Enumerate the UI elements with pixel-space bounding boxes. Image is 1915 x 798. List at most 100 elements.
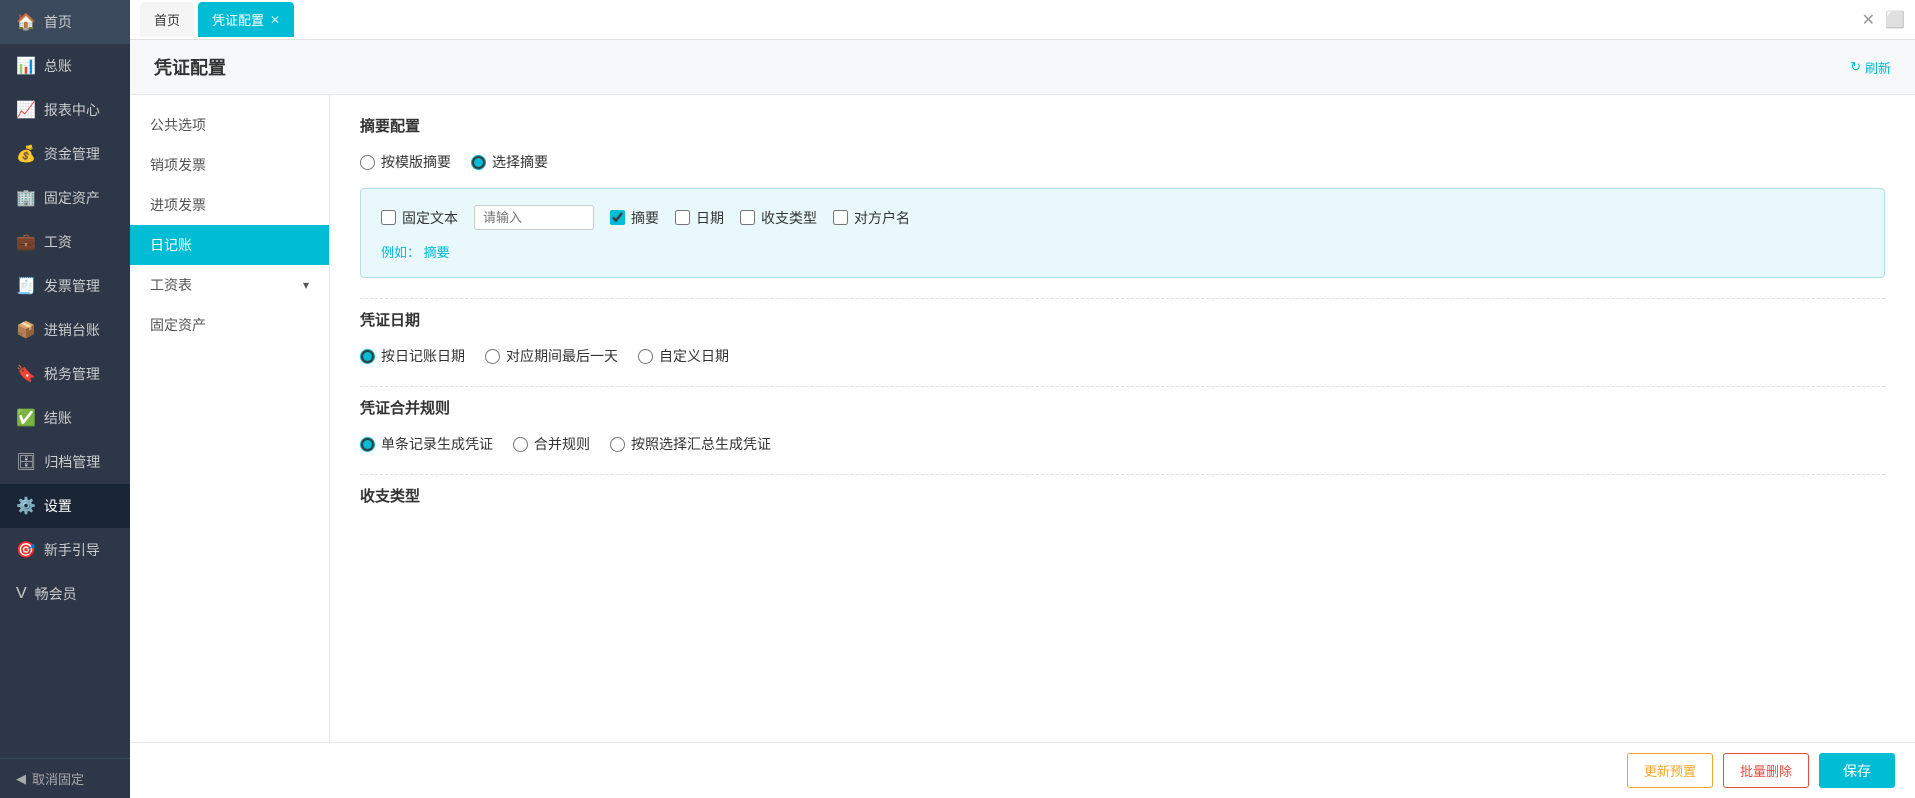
tax-management-icon: 🔖 <box>16 364 36 384</box>
sidebar-item-fixed-assets[interactable]: 🏢固定资产 <box>0 176 130 220</box>
template-summary-radio[interactable] <box>360 155 375 170</box>
sidebar-item-label-member: 畅会员 <box>35 584 77 604</box>
left-nav-item-sales-invoice[interactable]: 销项发票 <box>130 145 329 185</box>
income-type-option[interactable]: 收支类型 <box>740 208 817 228</box>
voucher-date-title: 凭证日期 <box>360 309 1885 330</box>
sidebar-item-label-settings: 设置 <box>44 496 72 516</box>
general-ledger-icon: 📊 <box>16 56 36 76</box>
purchase-sales-icon: 📦 <box>16 320 36 340</box>
page-header: 凭证配置 ↻ 刷新 <box>130 40 1915 95</box>
income-type-section: 收支类型 <box>360 485 1885 542</box>
merge-rule-radio[interactable] <box>513 437 528 452</box>
income-type-checkbox[interactable] <box>740 210 755 225</box>
sidebar-item-label-fixed-assets: 固定资产 <box>44 188 100 208</box>
sidebar-item-label-report-center: 报表中心 <box>44 100 100 120</box>
select-summary-radio[interactable] <box>471 155 486 170</box>
batch-delete-button[interactable]: 批量删除 <box>1723 753 1809 788</box>
salary-icon: 💼 <box>16 232 36 252</box>
sidebar-item-settings[interactable]: ⚙️ 设置 <box>0 484 130 528</box>
template-summary-option[interactable]: 按模版摘要 <box>360 152 451 172</box>
counterparty-option[interactable]: 对方户名 <box>833 208 910 228</box>
counterparty-checkbox[interactable] <box>833 210 848 225</box>
member-icon: V <box>16 585 27 603</box>
sidebar-item-guide[interactable]: 🎯新手引导 <box>0 528 130 572</box>
select-summary-generate-radio[interactable] <box>610 437 625 452</box>
custom-date-radio[interactable] <box>638 349 653 364</box>
sidebar-item-label-guide: 新手引导 <box>44 540 100 560</box>
merge-rule-option[interactable]: 合并规则 <box>513 434 590 454</box>
sidebar-item-label-purchase-sales: 进销台账 <box>44 320 100 340</box>
update-preview-button[interactable]: 更新预置 <box>1627 753 1713 788</box>
tab-home[interactable]: 首页 <box>140 2 194 37</box>
merge-rules-title: 凭证合并规则 <box>360 397 1885 418</box>
fixed-text-checkbox[interactable] <box>381 210 396 225</box>
sidebar-item-label-fund-management: 资金管理 <box>44 144 100 164</box>
left-nav-item-salary-table[interactable]: 工资表 ▾ <box>130 265 329 305</box>
sidebar-item-purchase-sales[interactable]: 📦 进销台账 <box>0 308 130 352</box>
left-nav-item-journal[interactable]: 日记账 <box>130 225 329 265</box>
summary-checkbox[interactable] <box>610 210 625 225</box>
left-nav-item-purchase-invoice[interactable]: 进项发票 <box>130 185 329 225</box>
sidebar-item-member[interactable]: V 畅会员 <box>0 572 130 616</box>
left-nav-label-purchase-invoice: 进项发票 <box>150 195 206 215</box>
tab-close-icon[interactable]: ✕ <box>270 13 280 27</box>
home-icon: 🏠 <box>16 12 36 32</box>
sidebar-item-label-tax-management: 税务管理 <box>44 364 100 384</box>
fixed-text-option[interactable]: 固定文本 <box>381 208 458 228</box>
sidebar-item-label-settlement: 结账 <box>44 408 72 428</box>
last-day-period-option[interactable]: 对应期间最后一天 <box>485 346 618 366</box>
chevron-down-icon: ▾ <box>303 278 309 292</box>
last-day-period-radio[interactable] <box>485 349 500 364</box>
settings-icon: ⚙️ <box>16 496 36 516</box>
content-layout: 公共选项销项发票进项发票日记账工资表▾固定资产 摘要配置 按模版摘要 选择摘要 <box>130 95 1915 742</box>
voucher-date-radio-group: 按日记账日期 对应期间最后一天 自定义日期 <box>360 346 1885 366</box>
window-controls: ✕ ⬜ <box>1862 10 1905 30</box>
date-check-option[interactable]: 日期 <box>675 208 724 228</box>
sidebar-item-label-general-ledger: 总账 <box>44 56 72 76</box>
refresh-icon: ↻ <box>1850 59 1861 75</box>
voucher-date-section: 凭证日期 按日记账日期 对应期间最后一天 自定义日期 <box>360 309 1885 387</box>
summary-section: 摘要配置 按模版摘要 选择摘要 固定文本 <box>360 115 1885 299</box>
tab-bar: 首页 凭证配置 ✕ ✕ ⬜ <box>130 0 1915 40</box>
left-nav-item-fixed-assets-nav[interactable]: 固定资产 <box>130 305 329 345</box>
left-nav-item-public-options[interactable]: 公共选项 <box>130 105 329 145</box>
sidebar-item-salary[interactable]: 💼工资 <box>0 220 130 264</box>
sidebar-item-invoice-management[interactable]: 🧾 发票管理 <box>0 264 130 308</box>
sidebar-item-general-ledger[interactable]: 📊 总账 <box>0 44 130 88</box>
sidebar-item-archive[interactable]: 🗄归档管理 <box>0 440 130 484</box>
sidebar-pin-toggle[interactable]: ◀ 取消固定 <box>0 758 130 798</box>
tab-voucher-config[interactable]: 凭证配置 ✕ <box>198 2 294 37</box>
page-title: 凭证配置 <box>154 54 226 80</box>
sidebar-item-report-center[interactable]: 📈 报表中心 <box>0 88 130 132</box>
refresh-button[interactable]: ↻ 刷新 <box>1850 58 1891 77</box>
fixed-text-input[interactable] <box>474 205 594 230</box>
sidebar-item-label-invoice-management: 发票管理 <box>44 276 100 296</box>
custom-date-option[interactable]: 自定义日期 <box>638 346 729 366</box>
report-center-icon: 📈 <box>16 100 36 120</box>
left-nav-label-salary-table: 工资表 <box>150 275 192 295</box>
sidebar-item-tax-management[interactable]: 🔖 税务管理 <box>0 352 130 396</box>
by-journal-date-radio[interactable] <box>360 349 375 364</box>
single-record-option[interactable]: 单条记录生成凭证 <box>360 434 493 454</box>
select-summary-option[interactable]: 选择摘要 <box>471 152 548 172</box>
sidebar: 🏠首页 📊 总账 📈 报表中心 💰 资金管理 🏢固定资产💼工资 🧾 发票管理 📦 进销台账 🔖 税务管理 ✅… <box>0 0 130 798</box>
main-content: 摘要配置 按模版摘要 选择摘要 固定文本 <box>330 95 1915 742</box>
sidebar-item-home[interactable]: 🏠首页 <box>0 0 130 44</box>
invoice-management-icon: 🧾 <box>16 276 36 296</box>
example-text: 例如： 摘要 <box>381 242 1864 261</box>
fund-management-icon: 💰 <box>16 144 36 164</box>
single-record-radio[interactable] <box>360 437 375 452</box>
save-button[interactable]: 保存 <box>1819 753 1895 788</box>
date-checkbox[interactable] <box>675 210 690 225</box>
left-nav-label-public-options: 公共选项 <box>150 115 206 135</box>
sidebar-item-fund-management[interactable]: 💰 资金管理 <box>0 132 130 176</box>
summary-checkbox-row: 固定文本 摘要 日期 收支类型 <box>381 205 1864 230</box>
by-journal-date-option[interactable]: 按日记账日期 <box>360 346 465 366</box>
close-window-icon[interactable]: ✕ <box>1862 10 1875 30</box>
maximize-window-icon[interactable]: ⬜ <box>1885 10 1905 30</box>
sidebar-scroll: 🏠首页 📊 总账 📈 报表中心 💰 资金管理 🏢固定资产💼工资 🧾 发票管理 📦 进销台账 🔖 税务管理 ✅… <box>0 0 130 758</box>
summary-check-option[interactable]: 摘要 <box>610 208 659 228</box>
sidebar-item-settlement[interactable]: ✅结账 <box>0 396 130 440</box>
bottom-action-bar: 更新预置 批量删除 保存 <box>130 742 1915 798</box>
select-summary-generate-option[interactable]: 按照选择汇总生成凭证 <box>610 434 771 454</box>
